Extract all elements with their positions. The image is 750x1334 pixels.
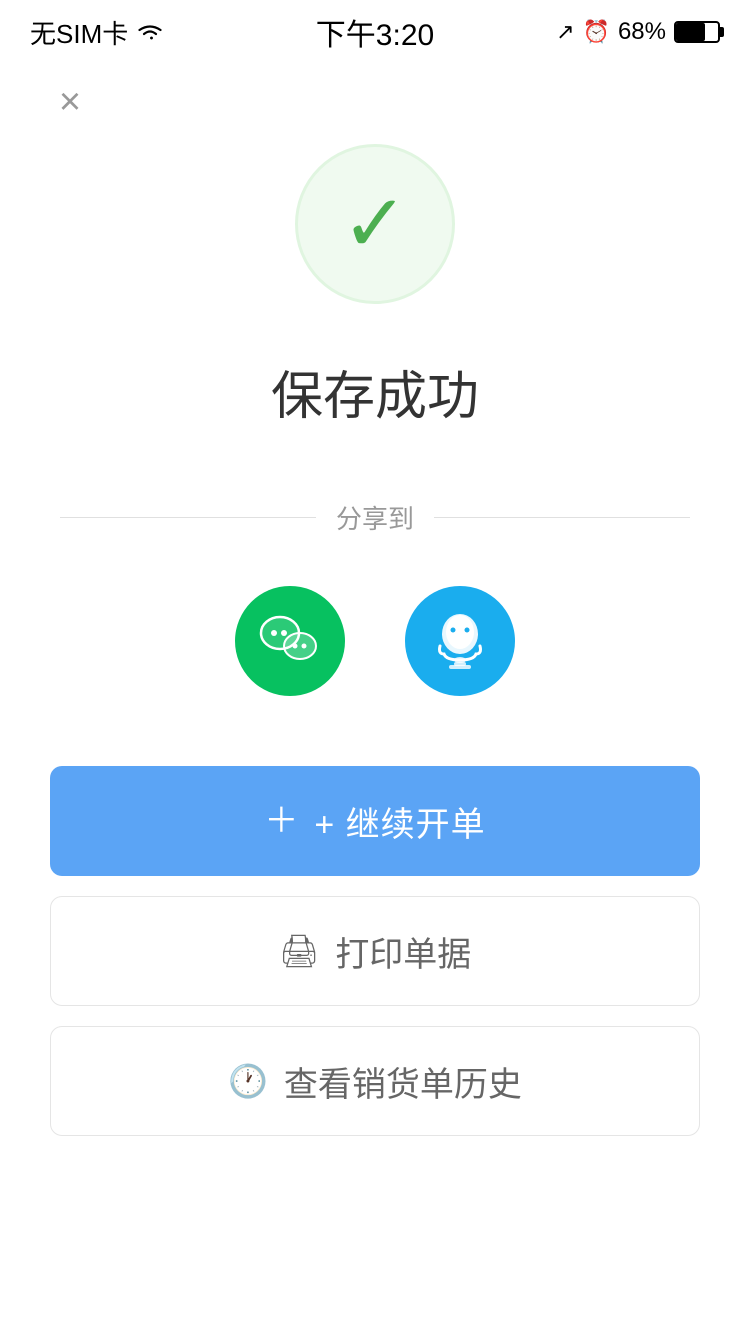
close-button[interactable]: × [44,76,96,128]
qq-icon [430,608,490,674]
close-icon: × [59,83,81,121]
history-label: 查看销货单历史 [284,1057,522,1106]
alarm-icon: ⏰ [583,19,610,45]
main-content: ✓ 保存成功 分享到 [0,64,750,1136]
wechat-icon [257,611,323,671]
continue-button[interactable]: ＋ + 继续开单 [50,766,700,876]
share-section: 分享到 [0,499,750,536]
printer-icon: 🖨 [279,935,320,967]
location-icon: ↗ [556,19,574,45]
checkmark-icon: ✓ [341,184,408,264]
continue-label: + 继续开单 [314,797,485,846]
share-label: 分享到 [316,499,434,536]
clock-icon: 🕐 [228,1065,268,1097]
action-buttons: ＋ + 继续开单 🖨 打印单据 🕐 查看销货单历史 [0,766,750,1136]
battery-icon [674,21,720,43]
status-bar: 无SIM卡 下午3:20 ↗ ⏰ 68% [0,0,750,64]
qq-share-button[interactable] [405,586,515,696]
wechat-share-button[interactable] [235,586,345,696]
print-label: 打印单据 [335,927,471,976]
status-right: ↗ ⏰ 68% [556,18,720,46]
print-button[interactable]: 🖨 打印单据 [50,896,700,1006]
carrier-text: 无SIM卡 [30,14,128,51]
status-left: 无SIM卡 [30,14,164,51]
success-title: 保存成功 [271,354,479,429]
divider-right [434,517,690,518]
plus-icon: ＋ [264,804,298,838]
status-time: 下午3:20 [316,10,434,54]
share-icons [235,586,515,696]
success-circle: ✓ [295,144,455,304]
history-button[interactable]: 🕐 查看销货单历史 [50,1026,700,1136]
battery-percent: 68% [618,18,666,46]
wifi-icon [136,22,164,42]
divider-left [60,517,316,518]
